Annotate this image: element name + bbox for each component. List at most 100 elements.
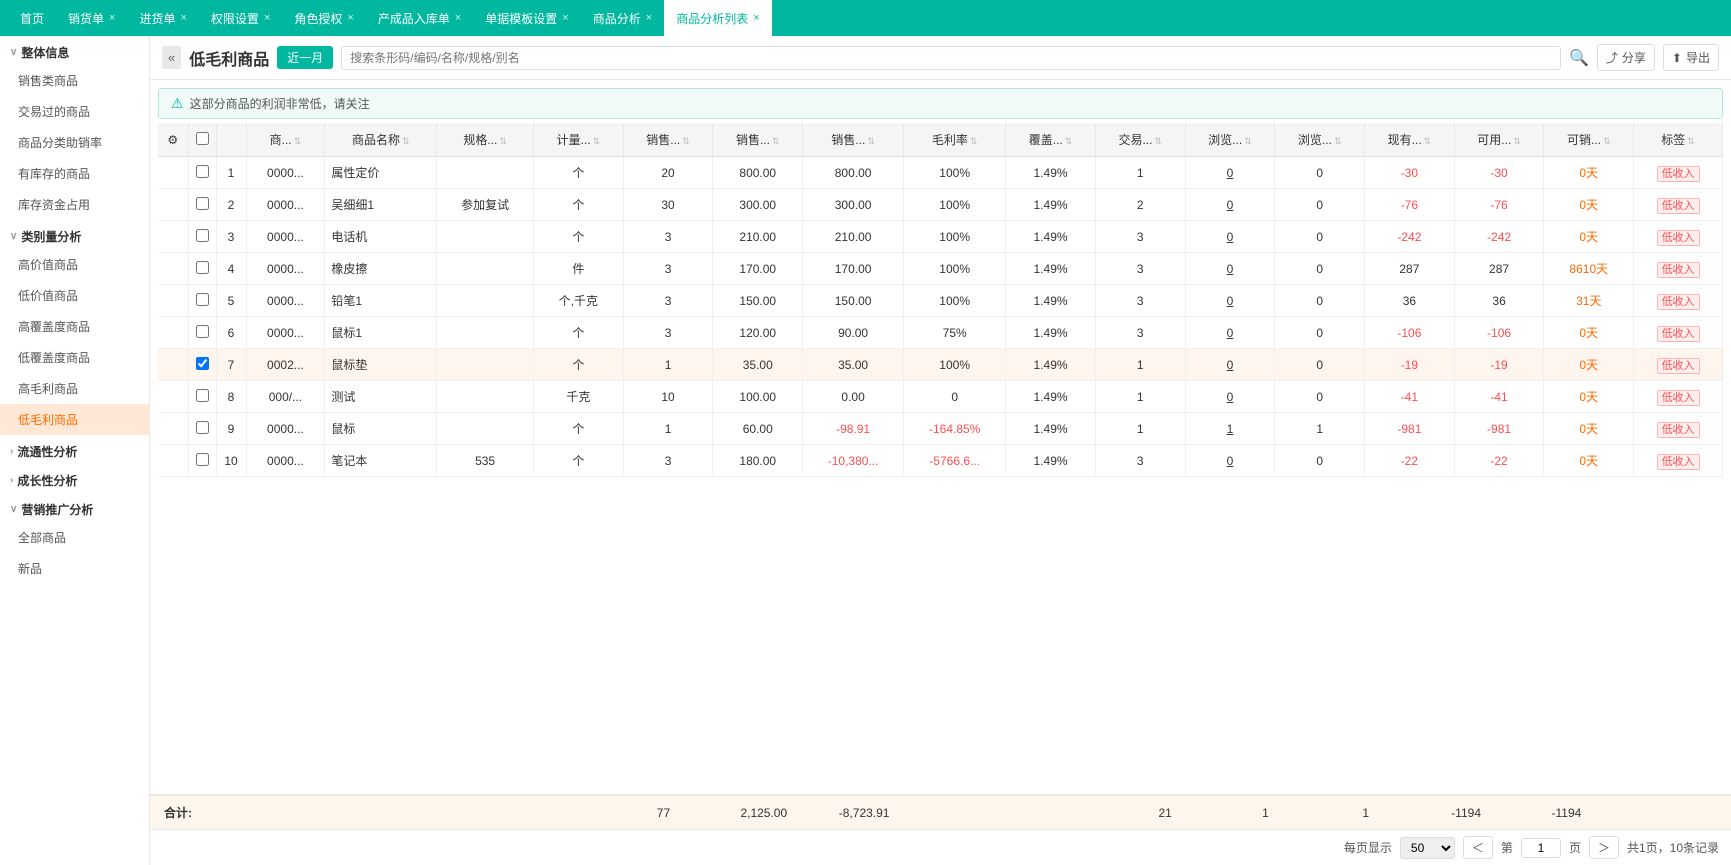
td-check[interactable] bbox=[188, 381, 216, 413]
sidebar-item-category-rate[interactable]: 商品分类助销率 bbox=[0, 127, 149, 158]
search-input[interactable] bbox=[341, 46, 1561, 70]
sidebar-item-new-goods[interactable]: 新品 bbox=[0, 553, 149, 584]
nav-template-settings[interactable]: 单据模板设置 × bbox=[473, 0, 580, 36]
close-icon[interactable]: × bbox=[646, 12, 652, 24]
nav-purchase[interactable]: 进货单 × bbox=[127, 0, 198, 36]
td-check[interactable] bbox=[188, 285, 216, 317]
td-view1[interactable]: 0 bbox=[1185, 285, 1275, 317]
view1-link[interactable]: 0 bbox=[1227, 358, 1234, 372]
td-view1[interactable]: 0 bbox=[1185, 221, 1275, 253]
th-check[interactable] bbox=[188, 123, 216, 157]
td-view1[interactable]: 0 bbox=[1185, 317, 1275, 349]
collapse-button[interactable]: « bbox=[162, 46, 181, 69]
sidebar-item-all-goods[interactable]: 全部商品 bbox=[0, 522, 149, 553]
sidebar-item-high-value[interactable]: 高价值商品 bbox=[0, 249, 149, 280]
th-gross-rate[interactable]: 毛利率⇅ bbox=[904, 123, 1006, 157]
sidebar-group-growth[interactable]: › 成长性分析 bbox=[0, 464, 149, 493]
page-number-input[interactable] bbox=[1521, 838, 1561, 858]
row-checkbox[interactable] bbox=[196, 421, 209, 434]
nav-product-entry[interactable]: 产成品入库单 × bbox=[366, 0, 473, 36]
row-checkbox[interactable] bbox=[196, 389, 209, 402]
sidebar-item-low-coverage[interactable]: 低覆盖度商品 bbox=[0, 342, 149, 373]
th-trade[interactable]: 交易...⇅ bbox=[1095, 123, 1185, 157]
row-checkbox[interactable] bbox=[196, 453, 209, 466]
next-page-button[interactable]: ＞ bbox=[1589, 836, 1619, 859]
row-checkbox[interactable] bbox=[196, 261, 209, 274]
view1-link[interactable]: 0 bbox=[1227, 390, 1234, 404]
sidebar-item-capital[interactable]: 库存资金占用 bbox=[0, 189, 149, 220]
close-icon[interactable]: × bbox=[562, 12, 568, 24]
sidebar-group-category[interactable]: ∨ 类别量分析 bbox=[0, 220, 149, 249]
th-settings[interactable]: ⚙ bbox=[158, 123, 188, 157]
th-view2[interactable]: 浏览...⇅ bbox=[1275, 123, 1365, 157]
close-icon[interactable]: × bbox=[347, 12, 353, 24]
td-check[interactable] bbox=[188, 221, 216, 253]
view1-link[interactable]: 0 bbox=[1227, 166, 1234, 180]
nav-permissions[interactable]: 权限设置 × bbox=[199, 0, 282, 36]
nav-product-analysis[interactable]: 商品分析 × bbox=[581, 0, 664, 36]
td-check[interactable] bbox=[188, 317, 216, 349]
sidebar-group-overall[interactable]: ∨ 整体信息 bbox=[0, 36, 149, 65]
export-button[interactable]: ⬆ 导出 bbox=[1663, 44, 1719, 71]
td-view1[interactable]: 1 bbox=[1185, 413, 1275, 445]
th-code[interactable]: 商...⇅ bbox=[246, 123, 325, 157]
per-page-select[interactable]: 50 100 200 bbox=[1400, 837, 1455, 859]
sidebar-item-sales-goods[interactable]: 销售类商品 bbox=[0, 65, 149, 96]
search-icon-button[interactable]: 🔍 bbox=[1569, 48, 1589, 68]
view1-link[interactable]: 0 bbox=[1227, 262, 1234, 276]
row-checkbox[interactable] bbox=[196, 229, 209, 242]
nav-sales[interactable]: 销货单 × bbox=[56, 0, 127, 36]
th-unit[interactable]: 计量...⇅ bbox=[533, 123, 623, 157]
select-all-checkbox[interactable] bbox=[196, 132, 209, 145]
prev-page-button[interactable]: ＜ bbox=[1463, 836, 1493, 859]
close-icon[interactable]: × bbox=[753, 12, 759, 24]
th-current-stock[interactable]: 现有...⇅ bbox=[1365, 123, 1455, 157]
th-sales-profit[interactable]: 销售...⇅ bbox=[803, 123, 904, 157]
row-checkbox[interactable] bbox=[196, 197, 209, 210]
td-check[interactable] bbox=[188, 445, 216, 477]
sidebar-item-high-margin[interactable]: 高毛利商品 bbox=[0, 373, 149, 404]
sidebar-item-traded-goods[interactable]: 交易过的商品 bbox=[0, 96, 149, 127]
sidebar-item-low-margin[interactable]: 低毛利商品 bbox=[0, 404, 149, 435]
sidebar-item-low-value[interactable]: 低价值商品 bbox=[0, 280, 149, 311]
row-checkbox[interactable] bbox=[196, 325, 209, 338]
close-icon[interactable]: × bbox=[109, 12, 115, 24]
td-view1[interactable]: 0 bbox=[1185, 381, 1275, 413]
sidebar-item-in-stock[interactable]: 有库存的商品 bbox=[0, 158, 149, 189]
th-spec[interactable]: 规格...⇅ bbox=[437, 123, 534, 157]
close-icon[interactable]: × bbox=[180, 12, 186, 24]
view1-link[interactable]: 0 bbox=[1227, 230, 1234, 244]
th-available[interactable]: 可用...⇅ bbox=[1454, 123, 1544, 157]
th-coverage[interactable]: 覆盖...⇅ bbox=[1006, 123, 1096, 157]
td-view1[interactable]: 0 bbox=[1185, 349, 1275, 381]
nav-role-auth[interactable]: 角色授权 × bbox=[282, 0, 365, 36]
view1-link[interactable]: 1 bbox=[1227, 422, 1234, 436]
td-view1[interactable]: 0 bbox=[1185, 253, 1275, 285]
td-check[interactable] bbox=[188, 253, 216, 285]
row-checkbox[interactable] bbox=[196, 357, 209, 370]
td-check[interactable] bbox=[188, 157, 216, 189]
row-checkbox[interactable] bbox=[196, 165, 209, 178]
nav-home[interactable]: 首页 bbox=[8, 0, 56, 36]
sidebar-item-high-coverage[interactable]: 高覆盖度商品 bbox=[0, 311, 149, 342]
td-view1[interactable]: 0 bbox=[1185, 157, 1275, 189]
nav-product-analysis-list[interactable]: 商品分析列表 × bbox=[664, 0, 771, 36]
close-icon[interactable]: × bbox=[264, 12, 270, 24]
th-name[interactable]: 商品名称⇅ bbox=[325, 123, 437, 157]
th-tag[interactable]: 标签⇅ bbox=[1634, 123, 1723, 157]
td-view1[interactable]: 0 bbox=[1185, 445, 1275, 477]
th-sales-qty[interactable]: 销售...⇅ bbox=[623, 123, 713, 157]
view1-link[interactable]: 0 bbox=[1227, 198, 1234, 212]
td-check[interactable] bbox=[188, 189, 216, 221]
view1-link[interactable]: 0 bbox=[1227, 326, 1234, 340]
row-checkbox[interactable] bbox=[196, 293, 209, 306]
sidebar-group-marketing[interactable]: ∨ 营销推广分析 bbox=[0, 493, 149, 522]
period-button[interactable]: 近一月 bbox=[277, 46, 333, 69]
td-check[interactable] bbox=[188, 349, 216, 381]
table-wrapper[interactable]: ⚙ 商...⇅ 商品名称⇅ 规格...⇅ 计量...⇅ 销售...⇅ 销售...… bbox=[150, 123, 1731, 794]
close-icon[interactable]: × bbox=[455, 12, 461, 24]
share-button[interactable]: ⤴ 分享 bbox=[1597, 44, 1655, 71]
sidebar-group-circulation[interactable]: › 流通性分析 bbox=[0, 435, 149, 464]
th-view1[interactable]: 浏览...⇅ bbox=[1185, 123, 1275, 157]
view1-link[interactable]: 0 bbox=[1227, 294, 1234, 308]
